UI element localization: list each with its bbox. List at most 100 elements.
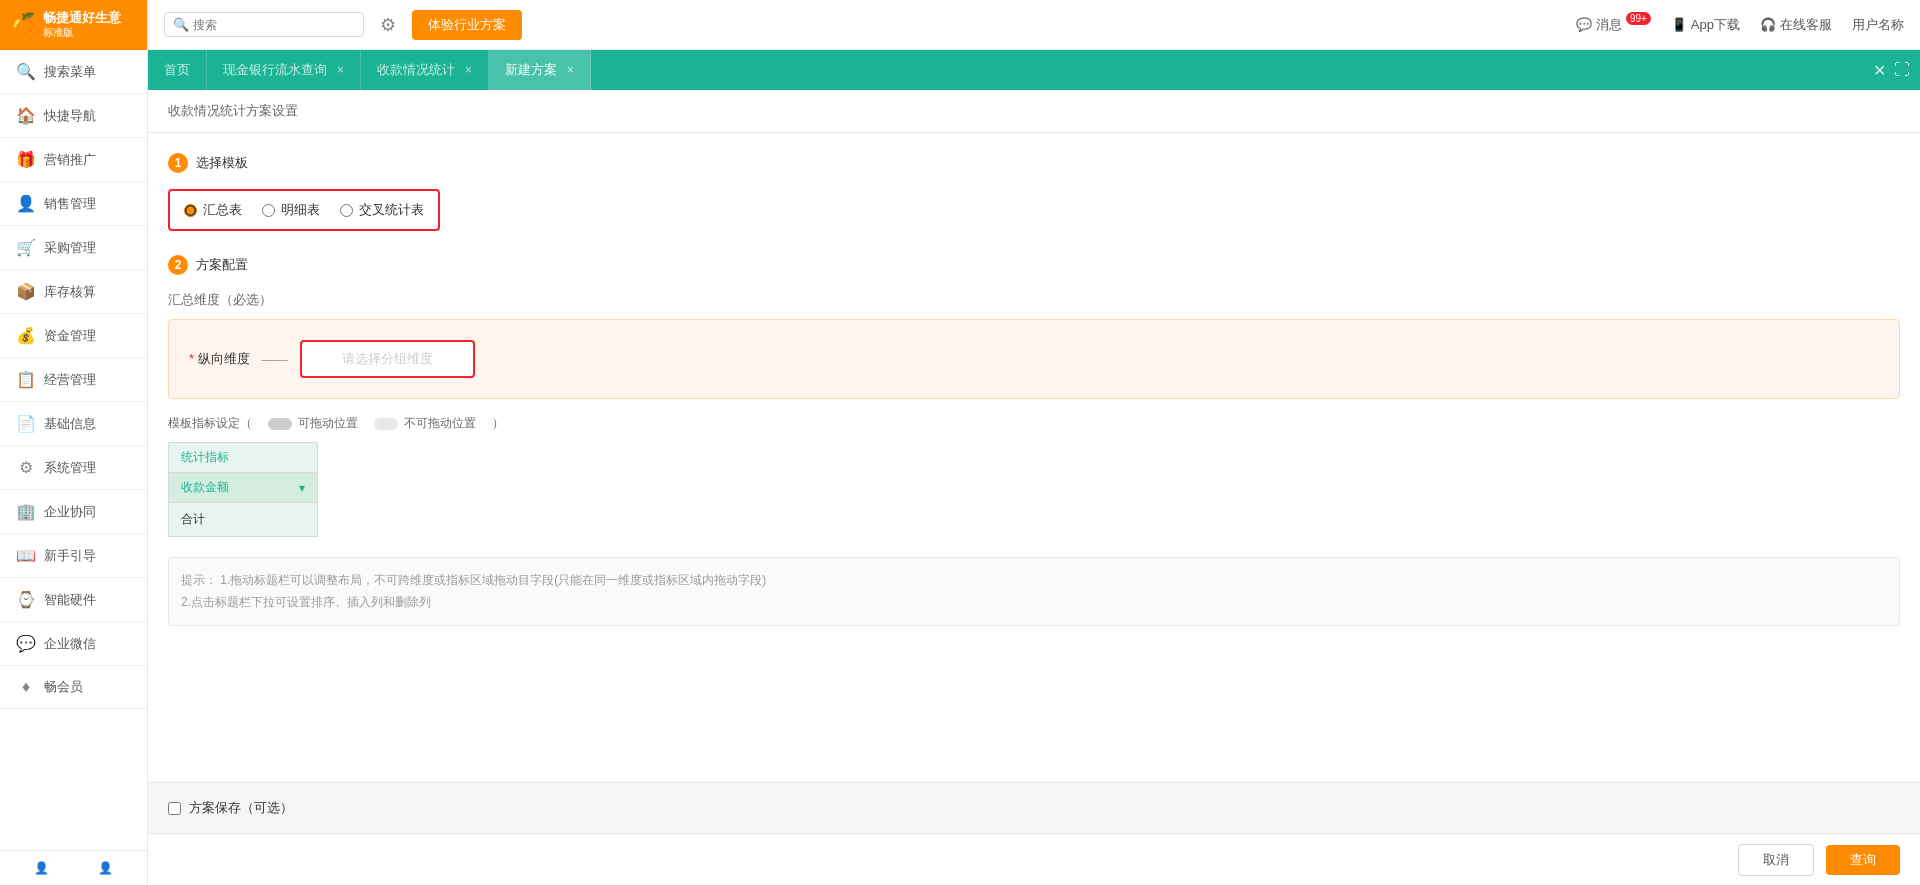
save-checkbox[interactable] (168, 802, 181, 815)
save-label: 方案保存（可选） (189, 799, 293, 817)
tab-cashflow-close[interactable]: × (337, 63, 344, 77)
industry-btn[interactable]: 体验行业方案 (412, 10, 522, 40)
sidebar-item-member[interactable]: ♦ 畅会员 (0, 666, 147, 709)
tab-payment-stat[interactable]: 收款情况统计 × (361, 50, 489, 90)
page-breadcrumb: 收款情况统计方案设置 (148, 90, 1920, 133)
doc-icon: 📄 (16, 414, 36, 433)
sidebar-item-funds[interactable]: 💰 资金管理 (0, 314, 147, 358)
search-input[interactable] (193, 18, 333, 32)
indicator-header-label: 统计指标 (181, 449, 229, 466)
sidebar-item-label: 快捷导航 (44, 107, 96, 125)
sidebar-item-label: 营销推广 (44, 151, 96, 169)
legend-fixed: 不可拖动位置 (374, 415, 476, 432)
sidebar-item-inventory[interactable]: 📦 库存核算 (0, 270, 147, 314)
sidebar-item-wechat[interactable]: 💬 企业微信 (0, 622, 147, 666)
sidebar-item-quicknav[interactable]: 🏠 快捷导航 (0, 94, 147, 138)
service-btn[interactable]: 🎧 在线客服 (1760, 16, 1832, 34)
sidebar-item-system[interactable]: ⚙ 系统管理 (0, 446, 147, 490)
app-icon: 📱 (1671, 17, 1687, 32)
query-button[interactable]: 查询 (1826, 845, 1900, 875)
search-icon: 🔍 (16, 62, 36, 81)
topbar: 🔍 ⚙ 体验行业方案 💬 消息 99+ 📱 App下载 🎧 在线客服 用户名称 (148, 0, 1920, 50)
tab-new-plan-label: 新建方案 (505, 61, 557, 79)
sidebar-item-label: 畅会员 (44, 678, 83, 696)
building-icon: 🏢 (16, 502, 36, 521)
step1-title: 选择模板 (196, 154, 248, 172)
settings-icon[interactable]: ⚙ (380, 14, 396, 36)
chat-icon: 💬 (16, 634, 36, 653)
dimension-row: * 纵向维度 —— 请选择分组维度 (189, 340, 1879, 378)
radio-summary-label: 汇总表 (203, 201, 242, 219)
sidebar-item-enterprise[interactable]: 🏢 企业协同 (0, 490, 147, 534)
breadcrumb-text: 收款情况统计方案设置 (168, 103, 298, 118)
search-box[interactable]: 🔍 (164, 12, 364, 37)
sidebar-item-label: 新手引导 (44, 547, 96, 565)
sidebar-item-purchase[interactable]: 🛒 采购管理 (0, 226, 147, 270)
tab-home[interactable]: 首页 (148, 50, 207, 90)
tab-maximize-btn[interactable]: ⛶ (1894, 61, 1910, 79)
logo-edition: 标准版 (43, 26, 121, 40)
sidebar-item-hardware[interactable]: ⌚ 智能硬件 (0, 578, 147, 622)
tab-home-label: 首页 (164, 61, 190, 79)
sidebar-logo: 🍊 畅捷通好生意 标准版 (0, 0, 147, 50)
tips-line2: 2.点击标题栏下拉可设置排序、插入列和删除列 (181, 592, 1887, 614)
sidebar-item-label: 采购管理 (44, 239, 96, 257)
tab-cashflow[interactable]: 现金银行流水查询 × (207, 50, 361, 90)
user-info[interactable]: 用户名称 (1852, 16, 1904, 34)
legend-fixed-label: 不可拖动位置 (404, 415, 476, 432)
sidebar-item-guide[interactable]: 📖 新手引导 (0, 534, 147, 578)
radio-cross-input[interactable] (340, 204, 353, 217)
radio-cross[interactable]: 交叉统计表 (340, 201, 424, 219)
sidebar: 🍊 畅捷通好生意 标准版 🔍 搜索菜单 🏠 快捷导航 🎁 营销推广 👤 销售管理… (0, 0, 148, 885)
app-label: App下载 (1691, 16, 1740, 34)
tab-new-plan-close[interactable]: × (567, 63, 574, 77)
sidebar-item-label: 基础信息 (44, 415, 96, 433)
logo-name: 畅捷通好生意 (43, 10, 121, 26)
dropdown-icon[interactable]: ▾ (299, 481, 305, 495)
sidebar-item-marketing[interactable]: 🎁 营销推广 (0, 138, 147, 182)
home-icon: 🏠 (16, 106, 36, 125)
radio-detail-input[interactable] (262, 204, 275, 217)
indicator-settings: 模板指标设定（ 可拖动位置 不可拖动位置 ） 统计指标 (168, 415, 1900, 537)
sidebar-item-base[interactable]: 📄 基础信息 (0, 402, 147, 446)
box-icon: 📦 (16, 282, 36, 301)
message-icon: 💬 (1576, 17, 1592, 32)
indicator-total-cell: 合计 (169, 503, 317, 536)
message-label: 消息 (1596, 16, 1622, 34)
radio-summary-input[interactable] (184, 204, 197, 217)
sidebar-item-operations[interactable]: 📋 经营管理 (0, 358, 147, 402)
dimension-area: * 纵向维度 —— 请选择分组维度 (168, 319, 1900, 399)
radio-detail[interactable]: 明细表 (262, 201, 320, 219)
main-area: 🔍 ⚙ 体验行业方案 💬 消息 99+ 📱 App下载 🎧 在线客服 用户名称 (148, 0, 1920, 885)
tab-close-all-btn[interactable]: ✕ (1873, 61, 1886, 80)
tab-payment-stat-label: 收款情况统计 (377, 61, 455, 79)
indicator-label-suffix: ） (492, 415, 504, 432)
tabbar: 首页 现金银行流水查询 × 收款情况统计 × 新建方案 × ✕ ⛶ (148, 50, 1920, 90)
sidebar-item-label: 智能硬件 (44, 591, 96, 609)
radio-cross-label: 交叉统计表 (359, 201, 424, 219)
gift-icon: 🎁 (16, 150, 36, 169)
indicator-dropdown-row[interactable]: 收款金额 ▾ (169, 473, 317, 503)
fixed-dot (374, 418, 398, 430)
service-label: 在线客服 (1780, 16, 1832, 34)
save-option: 方案保存（可选） (148, 782, 1920, 833)
tab-payment-stat-close[interactable]: × (465, 63, 472, 77)
dimension-select[interactable]: 请选择分组维度 (300, 340, 475, 378)
cancel-button[interactable]: 取消 (1738, 844, 1814, 876)
content-area: 收款情况统计方案设置 1 选择模板 汇总表 明细表 (148, 90, 1920, 833)
tab-cashflow-label: 现金银行流水查询 (223, 61, 327, 79)
sidebar-item-label: 搜索菜单 (44, 63, 96, 81)
user-icon: 👤 (16, 194, 36, 213)
sidebar-avatar2[interactable]: 👤 (98, 861, 113, 875)
sidebar-item-sales[interactable]: 👤 销售管理 (0, 182, 147, 226)
dimension-section-label: 汇总维度（必选） (168, 291, 1900, 309)
sidebar-item-label: 系统管理 (44, 459, 96, 477)
message-btn[interactable]: 💬 消息 99+ (1576, 16, 1651, 34)
tab-new-plan[interactable]: 新建方案 × (489, 50, 591, 90)
indicator-dropdown-label: 收款金额 (181, 479, 229, 496)
radio-summary[interactable]: 汇总表 (184, 201, 242, 219)
app-download-btn[interactable]: 📱 App下载 (1671, 16, 1740, 34)
step2-section: 2 方案配置 汇总维度（必选） * 纵向维度 —— 请选择分组维度 (168, 255, 1900, 626)
sidebar-avatar1[interactable]: 👤 (34, 861, 49, 875)
sidebar-item-search[interactable]: 🔍 搜索菜单 (0, 50, 147, 94)
